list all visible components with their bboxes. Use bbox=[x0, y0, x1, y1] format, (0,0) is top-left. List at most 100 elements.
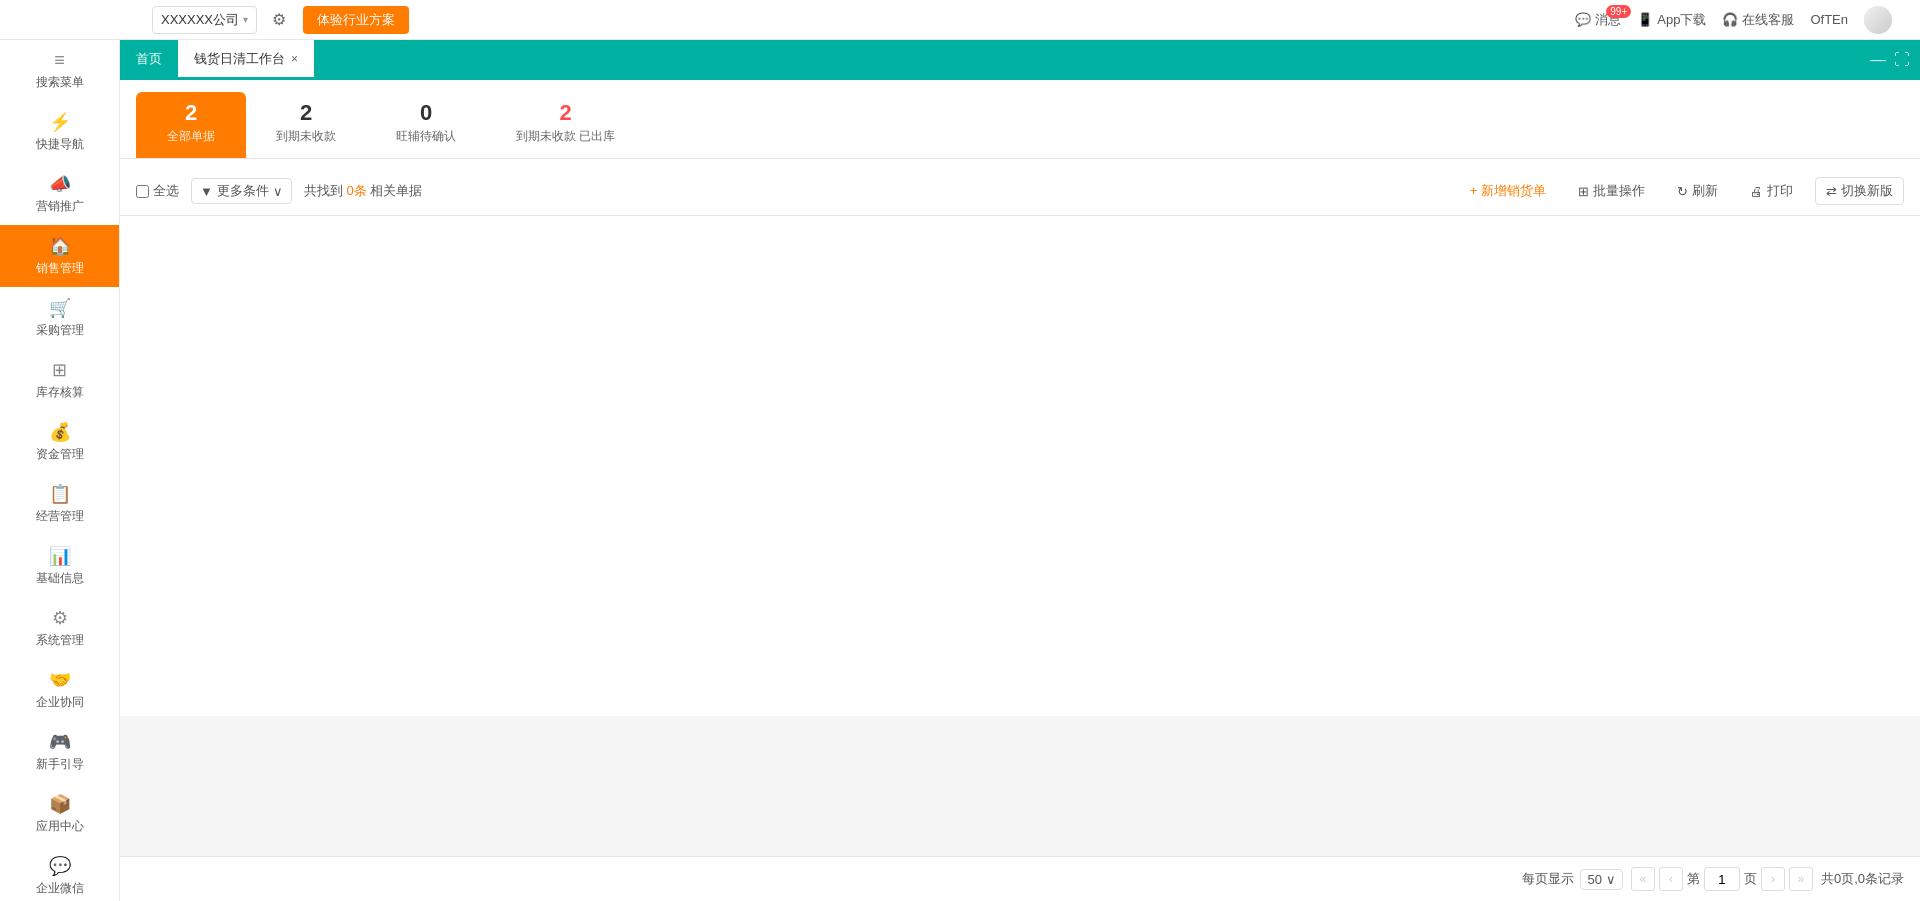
sidebar-label-marketing: 营销推广 bbox=[36, 198, 84, 215]
prev-page-button[interactable]: ‹ bbox=[1659, 867, 1683, 891]
page-number-input[interactable] bbox=[1704, 867, 1740, 891]
trial-button[interactable]: 体验行业方案 bbox=[303, 6, 409, 34]
switch-icon: ⇄ bbox=[1826, 184, 1837, 199]
wechat-icon: 💬 bbox=[49, 855, 71, 877]
tab-0[interactable]: 首页 bbox=[120, 40, 178, 80]
per-page-label: 每页显示 bbox=[1522, 870, 1574, 888]
print-button[interactable]: 🖨 打印 bbox=[1740, 178, 1803, 204]
sidebar: 6 畅捷通好生意 标准版 ≡ 搜索菜单 ⚡ 快捷导航 📣 营销推广 🏠 销售管理… bbox=[0, 0, 120, 901]
app-download-label: App下载 bbox=[1657, 11, 1706, 29]
switch-version-button[interactable]: ⇄ 切换新版 bbox=[1815, 177, 1904, 205]
select-all-label: 全选 bbox=[153, 182, 179, 200]
sidebar-label-inventory: 库存核算 bbox=[36, 384, 84, 401]
content-inner: 2 全部单据 2 到期未收款 0 旺辅待确认 2 到期未收款 已出库 全选 ▼ … bbox=[120, 80, 1920, 716]
tab-bar-right: — ⛶ bbox=[1870, 40, 1920, 80]
tab-close-1[interactable]: × bbox=[291, 52, 298, 66]
top-bar: XXXXXX公司 ▾ ⚙ 体验行业方案 💬 消息 99+ 📱 App下载 🎧 在… bbox=[0, 0, 1920, 40]
tab-label-1: 钱货日清工作台 bbox=[194, 50, 285, 68]
sidebar-item-sales[interactable]: 🏠 销售管理 bbox=[0, 225, 119, 287]
message-button[interactable]: 💬 消息 99+ bbox=[1575, 11, 1621, 29]
stat-label-overdue: 到期未收款 bbox=[276, 128, 336, 145]
filter-chevron-icon: ∨ bbox=[273, 184, 283, 199]
service-icon: 🎧 bbox=[1722, 12, 1738, 27]
sidebar-label-system: 系统管理 bbox=[36, 632, 84, 649]
sidebar-label-purchase: 采购管理 bbox=[36, 322, 84, 339]
stat-tab-overdue[interactable]: 2 到期未收款 bbox=[246, 92, 366, 158]
next-page-button[interactable]: › bbox=[1761, 867, 1785, 891]
page-suffix: 页 bbox=[1744, 870, 1757, 888]
batch-icon: ⊞ bbox=[1578, 184, 1589, 199]
online-service-label: 在线客服 bbox=[1742, 11, 1794, 29]
last-page-button[interactable]: » bbox=[1789, 867, 1813, 891]
message-icon: 💬 bbox=[1575, 12, 1591, 27]
sidebar-label-guide: 新手引导 bbox=[36, 756, 84, 773]
operations-icon: 📋 bbox=[49, 483, 71, 505]
select-all-checkbox[interactable]: 全选 bbox=[136, 182, 179, 200]
refresh-label: 刷新 bbox=[1692, 182, 1718, 200]
stat-label-shipped: 到期未收款 已出库 bbox=[516, 128, 615, 145]
sidebar-item-cooperation[interactable]: 🤝 企业协同 bbox=[0, 659, 119, 721]
sidebar-label-cooperation: 企业协同 bbox=[36, 694, 84, 711]
often-label: OfTEn bbox=[1810, 12, 1848, 27]
batch-operation-button[interactable]: ⊞ 批量操作 bbox=[1568, 178, 1655, 204]
avatar[interactable] bbox=[1864, 6, 1892, 34]
sidebar-item-inventory[interactable]: ⊞ 库存核算 bbox=[0, 349, 119, 411]
stat-tab-shipped[interactable]: 2 到期未收款 已出库 bbox=[486, 92, 645, 158]
sidebar-item-finance[interactable]: 💰 资金管理 bbox=[0, 411, 119, 473]
new-sale-order-button[interactable]: + 新增销货单 bbox=[1460, 178, 1556, 204]
pagination-bar: 每页显示 50 ∨ « ‹ 第 页 › » 共0页,0条记录 bbox=[120, 856, 1920, 901]
guide-icon: 🎮 bbox=[49, 731, 71, 753]
page-nav: « ‹ 第 页 › » bbox=[1631, 867, 1813, 891]
stat-tab-pending[interactable]: 0 旺辅待确认 bbox=[366, 92, 486, 158]
stat-count-shipped: 2 bbox=[560, 100, 572, 126]
sales-icon: 🏠 bbox=[49, 235, 71, 257]
tab-label-0: 首页 bbox=[136, 50, 162, 68]
quick-nav-icon: ⚡ bbox=[49, 111, 71, 133]
settings-button[interactable]: ⚙ bbox=[265, 6, 293, 34]
basic-info-icon: 📊 bbox=[49, 545, 71, 567]
print-label: 打印 bbox=[1767, 182, 1793, 200]
toolbar-right: + 新增销货单 ⊞ 批量操作 ↻ 刷新 🖨 打印 ⇄ 切换新版 bbox=[1460, 177, 1904, 205]
top-right-area: 💬 消息 99+ 📱 App下载 🎧 在线客服 OfTEn bbox=[1575, 6, 1908, 34]
stat-count-overdue: 2 bbox=[300, 100, 312, 126]
search-menu-icon: ≡ bbox=[54, 50, 65, 71]
company-selector[interactable]: XXXXXX公司 ▾ bbox=[152, 6, 257, 34]
per-page-value: 50 bbox=[1587, 872, 1601, 887]
switch-label: 切换新版 bbox=[1841, 182, 1893, 200]
sidebar-item-wechat[interactable]: 💬 企业微信 bbox=[0, 845, 119, 901]
app-download-button[interactable]: 📱 App下载 bbox=[1637, 11, 1706, 29]
tab-minimize-icon[interactable]: — bbox=[1870, 51, 1886, 69]
per-page-chevron-icon: ∨ bbox=[1606, 872, 1616, 887]
sidebar-item-quick-nav[interactable]: ⚡ 快捷导航 bbox=[0, 101, 119, 163]
tab-maximize-icon[interactable]: ⛶ bbox=[1894, 51, 1910, 69]
total-text: 共0页,0条记录 bbox=[1821, 870, 1904, 888]
sidebar-item-guide[interactable]: 🎮 新手引导 bbox=[0, 721, 119, 783]
stat-tab-all[interactable]: 2 全部单据 bbox=[136, 92, 246, 158]
checkbox-input[interactable] bbox=[136, 185, 149, 198]
sidebar-item-system[interactable]: ⚙ 系统管理 bbox=[0, 597, 119, 659]
tab-1[interactable]: 钱货日清工作台 × bbox=[178, 40, 314, 80]
online-service-button[interactable]: 🎧 在线客服 bbox=[1722, 11, 1794, 29]
gear-icon: ⚙ bbox=[272, 10, 286, 29]
filter-button[interactable]: ▼ 更多条件 ∨ bbox=[191, 178, 292, 204]
sidebar-item-purchase[interactable]: 🛒 采购管理 bbox=[0, 287, 119, 349]
purchase-icon: 🛒 bbox=[49, 297, 71, 319]
per-page-select[interactable]: 50 ∨ bbox=[1580, 869, 1622, 890]
sidebar-label-operations: 经营管理 bbox=[36, 508, 84, 525]
marketing-icon: 📣 bbox=[49, 173, 71, 195]
sidebar-item-basic-info[interactable]: 📊 基础信息 bbox=[0, 535, 119, 597]
refresh-icon: ↻ bbox=[1677, 184, 1688, 199]
sidebar-item-operations[interactable]: 📋 经营管理 bbox=[0, 473, 119, 535]
sidebar-item-search-menu[interactable]: ≡ 搜索菜单 bbox=[0, 40, 119, 101]
finance-icon: 💰 bbox=[49, 421, 71, 443]
first-page-button[interactable]: « bbox=[1631, 867, 1655, 891]
sidebar-item-marketing[interactable]: 📣 营销推广 bbox=[0, 163, 119, 225]
sidebar-label-search-menu: 搜索菜单 bbox=[36, 74, 84, 91]
sidebar-label-app-center: 应用中心 bbox=[36, 818, 84, 835]
main-content: 2 全部单据 2 到期未收款 0 旺辅待确认 2 到期未收款 已出库 全选 ▼ … bbox=[120, 80, 1920, 901]
refresh-button[interactable]: ↻ 刷新 bbox=[1667, 178, 1728, 204]
result-count: 0条 bbox=[347, 183, 367, 198]
sidebar-item-app-center[interactable]: 📦 应用中心 bbox=[0, 783, 119, 845]
sidebar-label-finance: 资金管理 bbox=[36, 446, 84, 463]
message-badge: 99+ bbox=[1606, 5, 1631, 18]
